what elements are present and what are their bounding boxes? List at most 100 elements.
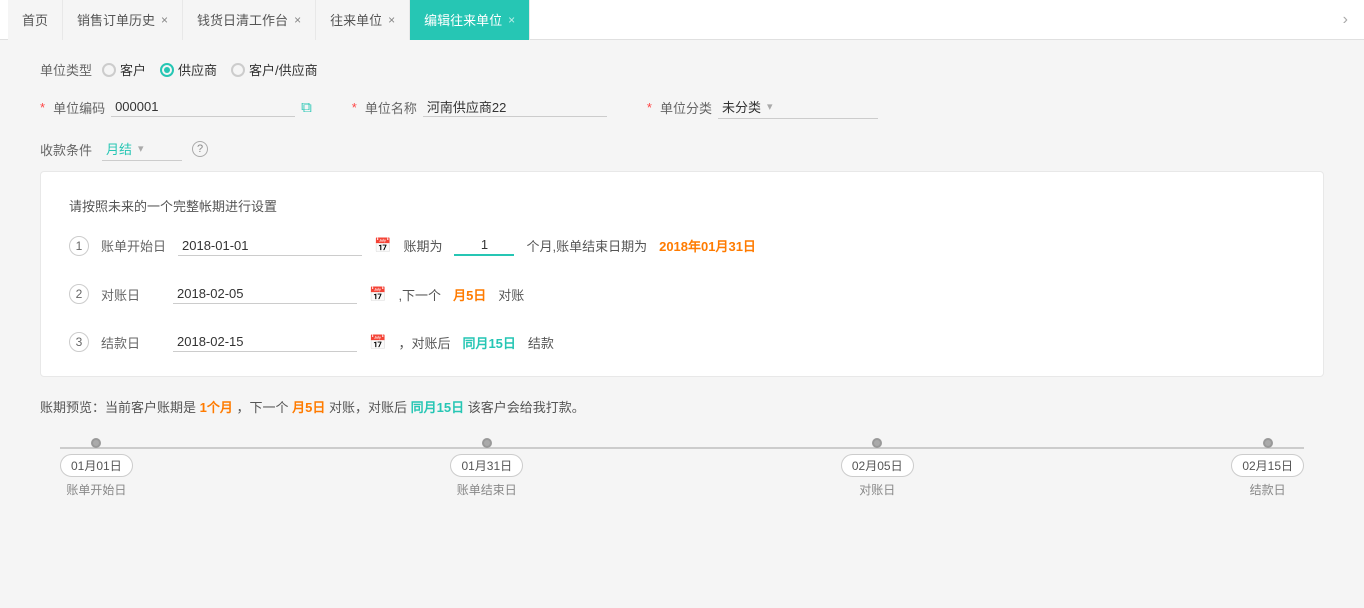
tabs-bar: 首页 销售订单历史 × 钱货日清工作台 × 往来单位 × 编辑往来单位 × › [0, 0, 1364, 40]
timeline-node-2: 01月31日 账单结束日 [450, 438, 523, 498]
code-name-category-row: * 单位编码 ⧉ * 单位名称 * 单位分类 未分类 ▾ [40, 95, 1324, 119]
timeline-badge-3: 02月05日 [841, 454, 914, 477]
radio-both[interactable]: 客户/供应商 [231, 60, 318, 79]
timeline-node-1: 01月01日 账单开始日 [60, 438, 133, 498]
required-star: * [40, 100, 45, 115]
setting-row-3: 3 结款日 📅 ，对账后 同月15日 结款 [69, 332, 1295, 352]
timeline-dot-4 [1263, 438, 1273, 448]
category-dropdown[interactable]: 未分类 ▾ [718, 95, 878, 119]
payment-chevron-icon: ▾ [138, 142, 144, 155]
tab-partner[interactable]: 往来单位 × [316, 0, 410, 40]
setting-row-1: 1 账单开始日 📅 账期为 个月,账单结束日期为 2018年01月31日 [69, 235, 1295, 256]
unit-type-label: 单位类型 [40, 60, 92, 79]
row-label-1: 账单开始日 [101, 236, 166, 255]
timeline-label-3: 对账日 [859, 481, 895, 498]
reconcile-date-input[interactable] [173, 284, 357, 304]
radio-supplier-label: 供应商 [178, 60, 217, 79]
preview-suffix: 该客户会给我打款。 [468, 400, 585, 415]
timeline-line [60, 447, 1304, 449]
timeline-section: 01月01日 账单开始日 01月31日 账单结束日 02月05日 对账日 [40, 438, 1324, 498]
code-field: * 单位编码 ⧉ [40, 97, 312, 117]
payment-dropdown[interactable]: 月结 ▾ [102, 137, 182, 161]
timeline-dot-3 [872, 438, 882, 448]
name-label: 单位名称 [365, 98, 417, 117]
timeline-label-2: 账单结束日 [457, 481, 517, 498]
tab-home-label: 首页 [22, 10, 48, 29]
preview-section: 账期预览：当前客户账期是 1个月 ，下一个 月5日 对账，对账后 同月15日 该… [40, 397, 1324, 498]
calendar-icon-3[interactable]: 📅 [369, 334, 386, 351]
radio-customer-label: 客户 [120, 60, 146, 79]
timeline-node-3: 02月05日 对账日 [841, 438, 914, 498]
row-num-1: 1 [69, 236, 89, 256]
radio-supplier[interactable]: 供应商 [160, 60, 217, 79]
period-prefix: 账期为 [403, 236, 442, 255]
payment-value: 月结 [106, 139, 132, 158]
pay-desc-highlight: 同月15日 [462, 333, 515, 352]
radio-both-label: 客户/供应商 [249, 60, 318, 79]
preview-prefix: 账期预览：当前客户账期是 [40, 400, 196, 415]
category-value: 未分类 [722, 97, 761, 116]
close-icon[interactable]: × [161, 13, 168, 27]
chevron-down-icon: ▾ [767, 100, 773, 113]
period-suffix: 个月,账单结束日期为 [526, 236, 647, 255]
tab-cash-work-label: 钱货日清工作台 [197, 10, 288, 29]
reconcile-desc-highlight: 月5日 [453, 285, 486, 304]
preview-mid1: ，下一个 [237, 400, 289, 415]
category-field: * 单位分类 未分类 ▾ [647, 95, 878, 119]
preview-day15: 同月15日 [411, 400, 464, 415]
period-input[interactable] [454, 235, 514, 256]
row-num-3: 3 [69, 332, 89, 352]
pay-desc-post: 结款 [528, 333, 554, 352]
payment-label: 收款条件 [40, 140, 92, 159]
row-label-2: 对账日 [101, 285, 161, 304]
reconcile-desc-post: 对账 [498, 285, 524, 304]
radio-circle-customer [102, 63, 116, 77]
required-star-name: * [352, 100, 357, 115]
close-icon[interactable]: × [508, 13, 515, 27]
row-label-3: 结款日 [101, 333, 161, 352]
tab-edit-partner[interactable]: 编辑往来单位 × [410, 0, 530, 40]
radio-customer[interactable]: 客户 [102, 60, 146, 79]
help-icon[interactable]: ? [192, 141, 208, 157]
pay-date-input[interactable] [173, 332, 357, 352]
timeline-track: 01月01日 账单开始日 01月31日 账单结束日 02月05日 对账日 [60, 438, 1304, 498]
close-icon[interactable]: × [388, 13, 395, 27]
unit-type-row: 单位类型 客户 供应商 客户/供应商 [40, 60, 1324, 79]
period-end: 2018年01月31日 [659, 236, 756, 255]
start-date-input[interactable] [178, 236, 362, 256]
calendar-icon-1[interactable]: 📅 [374, 237, 391, 254]
timeline-label-4: 结款日 [1250, 481, 1286, 498]
tab-sales-history[interactable]: 销售订单历史 × [63, 0, 183, 40]
name-input[interactable] [423, 97, 607, 117]
tab-home[interactable]: 首页 [8, 0, 63, 40]
radio-group: 客户 供应商 客户/供应商 [102, 60, 318, 79]
settings-card: 请按照未来的一个完整帐期进行设置 1 账单开始日 📅 账期为 个月,账单结束日期… [40, 171, 1324, 377]
timeline-dot-2 [482, 438, 492, 448]
category-label: 单位分类 [660, 98, 712, 117]
payment-row: 收款条件 月结 ▾ ? [40, 137, 1324, 161]
tab-edit-partner-label: 编辑往来单位 [424, 10, 502, 29]
timeline-dot-1 [91, 438, 101, 448]
row-num-2: 2 [69, 284, 89, 304]
timeline-badge-1: 01月01日 [60, 454, 133, 477]
preview-day5: 月5日 [292, 400, 325, 415]
required-star-category: * [647, 100, 652, 115]
close-icon[interactable]: × [294, 13, 301, 27]
preview-mid2: 对账，对账后 [329, 400, 407, 415]
code-input[interactable] [111, 97, 295, 117]
tab-more-arrow[interactable]: › [1335, 11, 1356, 29]
copy-icon[interactable]: ⧉ [301, 99, 312, 116]
pay-desc-pre: ，对账后 [398, 333, 450, 352]
preview-month: 1个月 [200, 400, 233, 415]
timeline-label-1: 账单开始日 [66, 481, 126, 498]
timeline-badge-4: 02月15日 [1231, 454, 1304, 477]
name-field: * 单位名称 [352, 97, 607, 117]
radio-circle-supplier [160, 63, 174, 77]
tab-cash-work[interactable]: 钱货日清工作台 × [183, 0, 316, 40]
main-content: 单位类型 客户 供应商 客户/供应商 * 单位编码 ⧉ * 单位名称 [0, 40, 1364, 608]
radio-circle-both [231, 63, 245, 77]
calendar-icon-2[interactable]: 📅 [369, 286, 386, 303]
card-title: 请按照未来的一个完整帐期进行设置 [69, 196, 1295, 215]
reconcile-desc-pre: ,下一个 [398, 285, 441, 304]
preview-text: 账期预览：当前客户账期是 1个月 ，下一个 月5日 对账，对账后 同月15日 该… [40, 397, 1324, 416]
